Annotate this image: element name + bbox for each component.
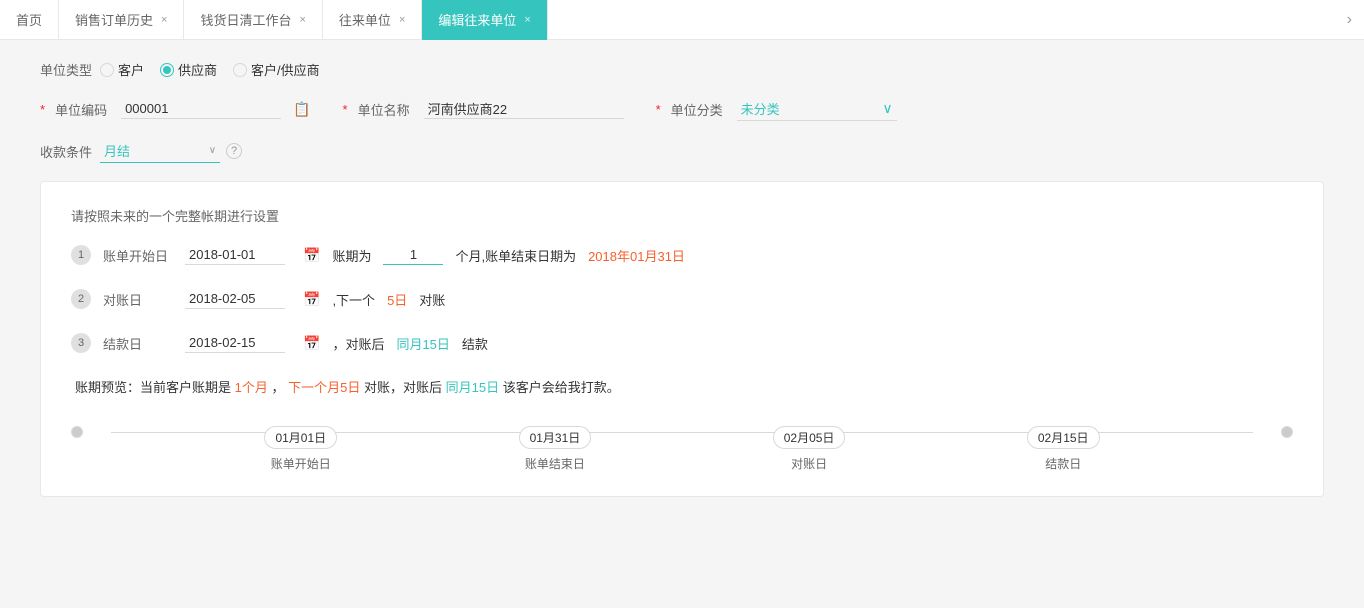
radio-supplier[interactable]: 供应商 (160, 60, 217, 79)
timeline-label-1: 账单开始日 (271, 455, 331, 472)
preview-suffix: 该客户会给我打款。 (503, 380, 620, 395)
unit-type-row: 单位类型 客户 供应商 客户/供应商 (40, 60, 1324, 79)
unit-category-star: * (656, 102, 661, 117)
unit-code-group: * 单位编码 📋 (40, 99, 311, 119)
unit-type-label: 单位类型 (40, 60, 92, 79)
radio-supplier-label: 供应商 (178, 60, 217, 79)
timeline-item-3: 02月05日 对账日 (773, 426, 846, 472)
tab-cashwork[interactable]: 钱货日清工作台 × (184, 0, 322, 40)
close-cashwork-tab[interactable]: × (299, 14, 305, 26)
radio-both-circle (233, 63, 247, 77)
unit-fields-row: * 单位编码 📋 * 单位名称 * 单位分类 未分类 ∨ (40, 97, 1324, 121)
radio-both-label: 客户/供应商 (251, 60, 320, 79)
step-3-highlight: 同月15日 (396, 334, 449, 353)
tab-edit-partner[interactable]: 编辑往来单位 × (422, 0, 547, 40)
step-1-period-input[interactable] (383, 245, 443, 265)
close-partners-tab[interactable]: × (399, 14, 405, 26)
unit-category-dropdown-icon: ∨ (882, 100, 892, 117)
payment-terms-value: 月结 (104, 141, 205, 160)
step-3-row: 3 结款日 📅 ，对账后 同月15日 结款 (71, 333, 1293, 353)
timeline-end-dot (1281, 426, 1293, 438)
timeline-node-1: 01月01日 (264, 426, 337, 449)
payment-terms-select[interactable]: 月结 ∨ (100, 139, 220, 163)
unit-code-star: * (40, 102, 45, 117)
unit-code-icon[interactable]: 📋 (293, 101, 310, 118)
timeline-label-2: 账单结束日 (525, 455, 585, 472)
main-content: 单位类型 客户 供应商 客户/供应商 * 单位编码 📋 * 单位名称 (0, 40, 1364, 608)
preview-period: 1个月 (235, 380, 268, 395)
timeline-start-dot (71, 426, 83, 438)
unit-category-value: 未分类 (741, 99, 883, 118)
unit-code-input[interactable] (121, 99, 281, 119)
unit-name-input[interactable] (424, 99, 624, 119)
step-1-row: 1 账单开始日 📅 账期为 个月,账单结束日期为 2018年01月31日 (71, 245, 1293, 265)
help-icon[interactable]: ? (226, 143, 242, 159)
period-settings-card: 请按照未来的一个完整帐期进行设置 1 账单开始日 📅 账期为 个月,账单结束日期… (40, 181, 1324, 497)
tab-home[interactable]: 首页 (0, 0, 59, 40)
radio-supplier-circle (160, 63, 174, 77)
close-edit-partner-tab[interactable]: × (524, 14, 530, 26)
payment-terms-dropdown-icon: ∨ (209, 145, 216, 156)
preview-label: 账期预览：当前客户账期是 (75, 380, 231, 395)
radio-customer-label: 客户 (118, 60, 144, 79)
timeline: 01月01日 账单开始日 01月31日 账单结束日 02月05日 对账日 02月… (71, 416, 1293, 472)
step-2-label: 对账日 (103, 290, 173, 309)
payment-terms-row: 收款条件 月结 ∨ ? (40, 139, 1324, 163)
unit-type-radio-group: 客户 供应商 客户/供应商 (100, 60, 320, 79)
radio-customer-circle (100, 63, 114, 77)
radio-both[interactable]: 客户/供应商 (233, 60, 320, 79)
unit-category-label: 单位分类 (671, 100, 723, 119)
step-2-suffix: 对账 (419, 290, 445, 309)
step-1-end-date: 2018年01月31日 (588, 246, 685, 265)
radio-customer[interactable]: 客户 (100, 60, 144, 79)
preview-sep2: 对账，对账后 (364, 380, 442, 395)
step-3-label: 结款日 (103, 334, 173, 353)
timeline-node-4: 02月15日 (1027, 426, 1100, 449)
step-1-label: 账单开始日 (103, 246, 173, 265)
step-1-mid-text: 账期为 (332, 246, 371, 265)
card-title: 请按照未来的一个完整帐期进行设置 (71, 206, 1293, 225)
timeline-items: 01月01日 账单开始日 01月31日 账单结束日 02月05日 对账日 02月… (71, 426, 1293, 472)
preview-payment-date: 同月15日 (446, 380, 499, 395)
timeline-item-1: 01月01日 账单开始日 (264, 426, 337, 472)
timeline-item-2: 01月31日 账单结束日 (519, 426, 592, 472)
step-2-number: 2 (71, 289, 91, 309)
preview-section: 账期预览：当前客户账期是 1个月 ， 下一个月5日 对账，对账后 同月15日 该… (71, 377, 1293, 396)
step-3-prefix: ，对账后 (332, 334, 384, 353)
unit-name-star: * (343, 102, 348, 117)
timeline-node-2: 01月31日 (519, 426, 592, 449)
step-2-date-input[interactable] (185, 289, 285, 309)
timeline-label-3: 对账日 (791, 455, 827, 472)
timeline-label-4: 结款日 (1045, 455, 1081, 472)
step-3-suffix: 结款 (462, 334, 488, 353)
tabs-bar: 首页 销售订单历史 × 钱货日清工作台 × 往来单位 × 编辑往来单位 × › (0, 0, 1364, 40)
unit-name-group: * 单位名称 (343, 99, 624, 119)
step-1-date-input[interactable] (185, 245, 285, 265)
step-2-highlight: 5日 (387, 290, 407, 309)
unit-code-label: 单位编码 (55, 100, 107, 119)
timeline-node-3: 02月05日 (773, 426, 846, 449)
unit-category-group: * 单位分类 未分类 ∨ (656, 97, 897, 121)
unit-category-select[interactable]: 未分类 ∨ (737, 97, 897, 121)
tab-sales-history[interactable]: 销售订单历史 × (59, 0, 184, 40)
step-3-calendar-icon[interactable]: 📅 (303, 335, 320, 352)
step-2-row: 2 对账日 📅 ,下一个 5日 对账 (71, 289, 1293, 309)
tabs-more-button[interactable]: › (1335, 11, 1364, 29)
close-sales-history-tab[interactable]: × (161, 14, 167, 26)
step-3-date-input[interactable] (185, 333, 285, 353)
preview-reconcile-date: 下一个月5日 (288, 380, 360, 395)
step-2-prefix: ,下一个 (332, 290, 375, 309)
step-2-calendar-icon[interactable]: 📅 (303, 291, 320, 308)
step-1-suffix: 个月,账单结束日期为 (455, 246, 576, 265)
step-1-calendar-icon[interactable]: 📅 (303, 247, 320, 264)
payment-terms-label: 收款条件 (40, 142, 92, 161)
step-3-number: 3 (71, 333, 91, 353)
tab-partners[interactable]: 往来单位 × (323, 0, 422, 40)
preview-sep1: ， (272, 380, 285, 395)
unit-name-label: 单位名称 (358, 100, 410, 119)
step-1-number: 1 (71, 245, 91, 265)
timeline-item-4: 02月15日 结款日 (1027, 426, 1100, 472)
